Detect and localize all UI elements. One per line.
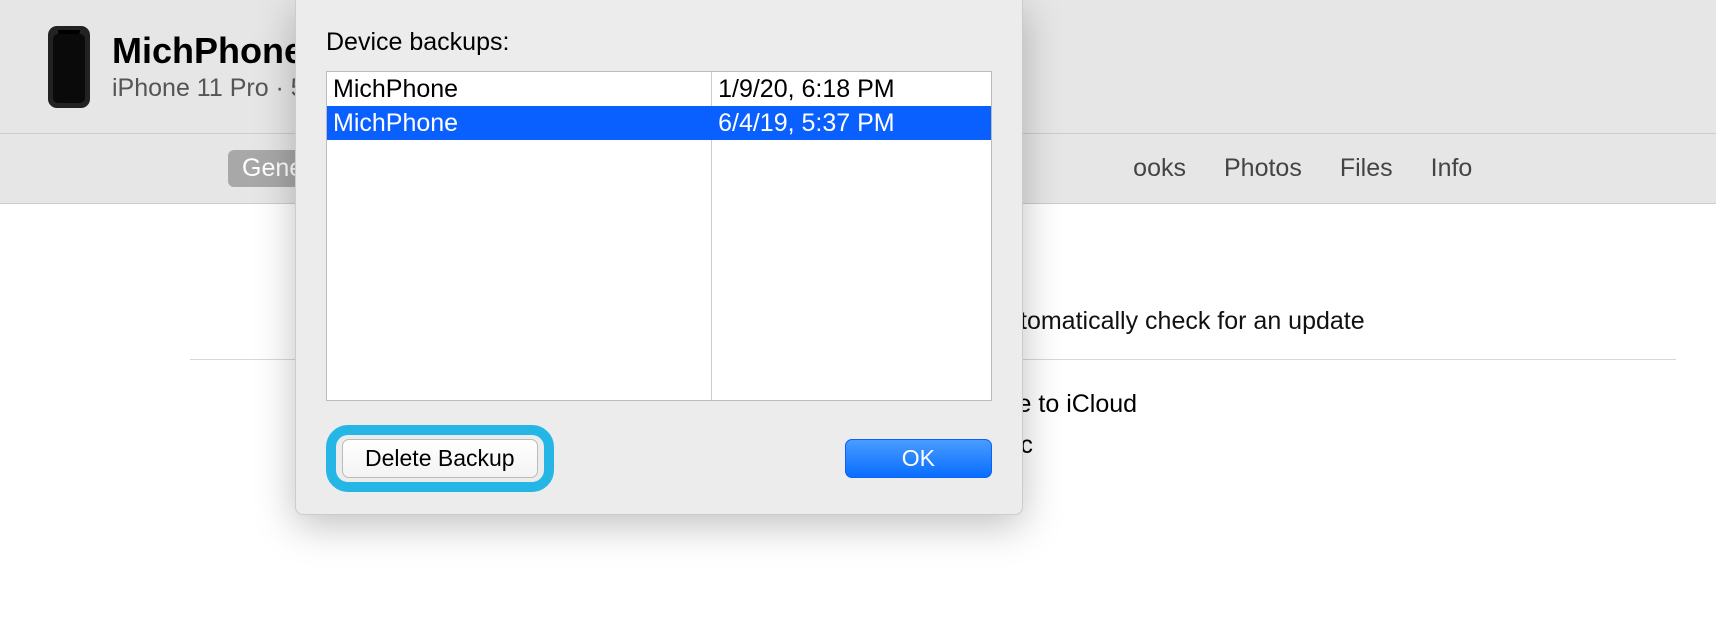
- backup-name: MichPhone: [327, 106, 712, 140]
- tab-books[interactable]: ooks: [1133, 154, 1186, 183]
- tab-photos[interactable]: Photos: [1224, 154, 1302, 183]
- device-backups-dialog: Device backups: MichPhone 1/9/20, 6:18 P…: [295, 0, 1023, 515]
- backup-date: 6/4/19, 5:37 PM: [712, 106, 991, 140]
- tab-files[interactable]: Files: [1340, 154, 1393, 183]
- ok-button[interactable]: OK: [845, 439, 992, 478]
- annotation-highlight: Delete Backup: [326, 425, 554, 492]
- backup-row[interactable]: MichPhone 1/9/20, 6:18 PM: [327, 72, 991, 106]
- backup-row[interactable]: MichPhone 6/4/19, 5:37 PM: [327, 106, 991, 140]
- delete-backup-button[interactable]: Delete Backup: [342, 439, 538, 478]
- device-model: iPhone 11 Pro · 5: [112, 74, 305, 103]
- device-name: MichPhone: [112, 30, 305, 72]
- backup-date: 1/9/20, 6:18 PM: [712, 72, 991, 106]
- dialog-title: Device backups:: [326, 28, 992, 57]
- backup-list-empty-area: [327, 140, 991, 400]
- iphone-icon: [48, 26, 90, 108]
- backup-list[interactable]: MichPhone 1/9/20, 6:18 PM MichPhone 6/4/…: [326, 71, 992, 401]
- device-info: MichPhone iPhone 11 Pro · 5: [112, 30, 305, 103]
- tab-info[interactable]: Info: [1431, 154, 1473, 183]
- update-text: tomatically check for an update: [1020, 304, 1676, 339]
- backup-name: MichPhone: [327, 72, 712, 106]
- dialog-buttons: Delete Backup OK: [326, 425, 992, 492]
